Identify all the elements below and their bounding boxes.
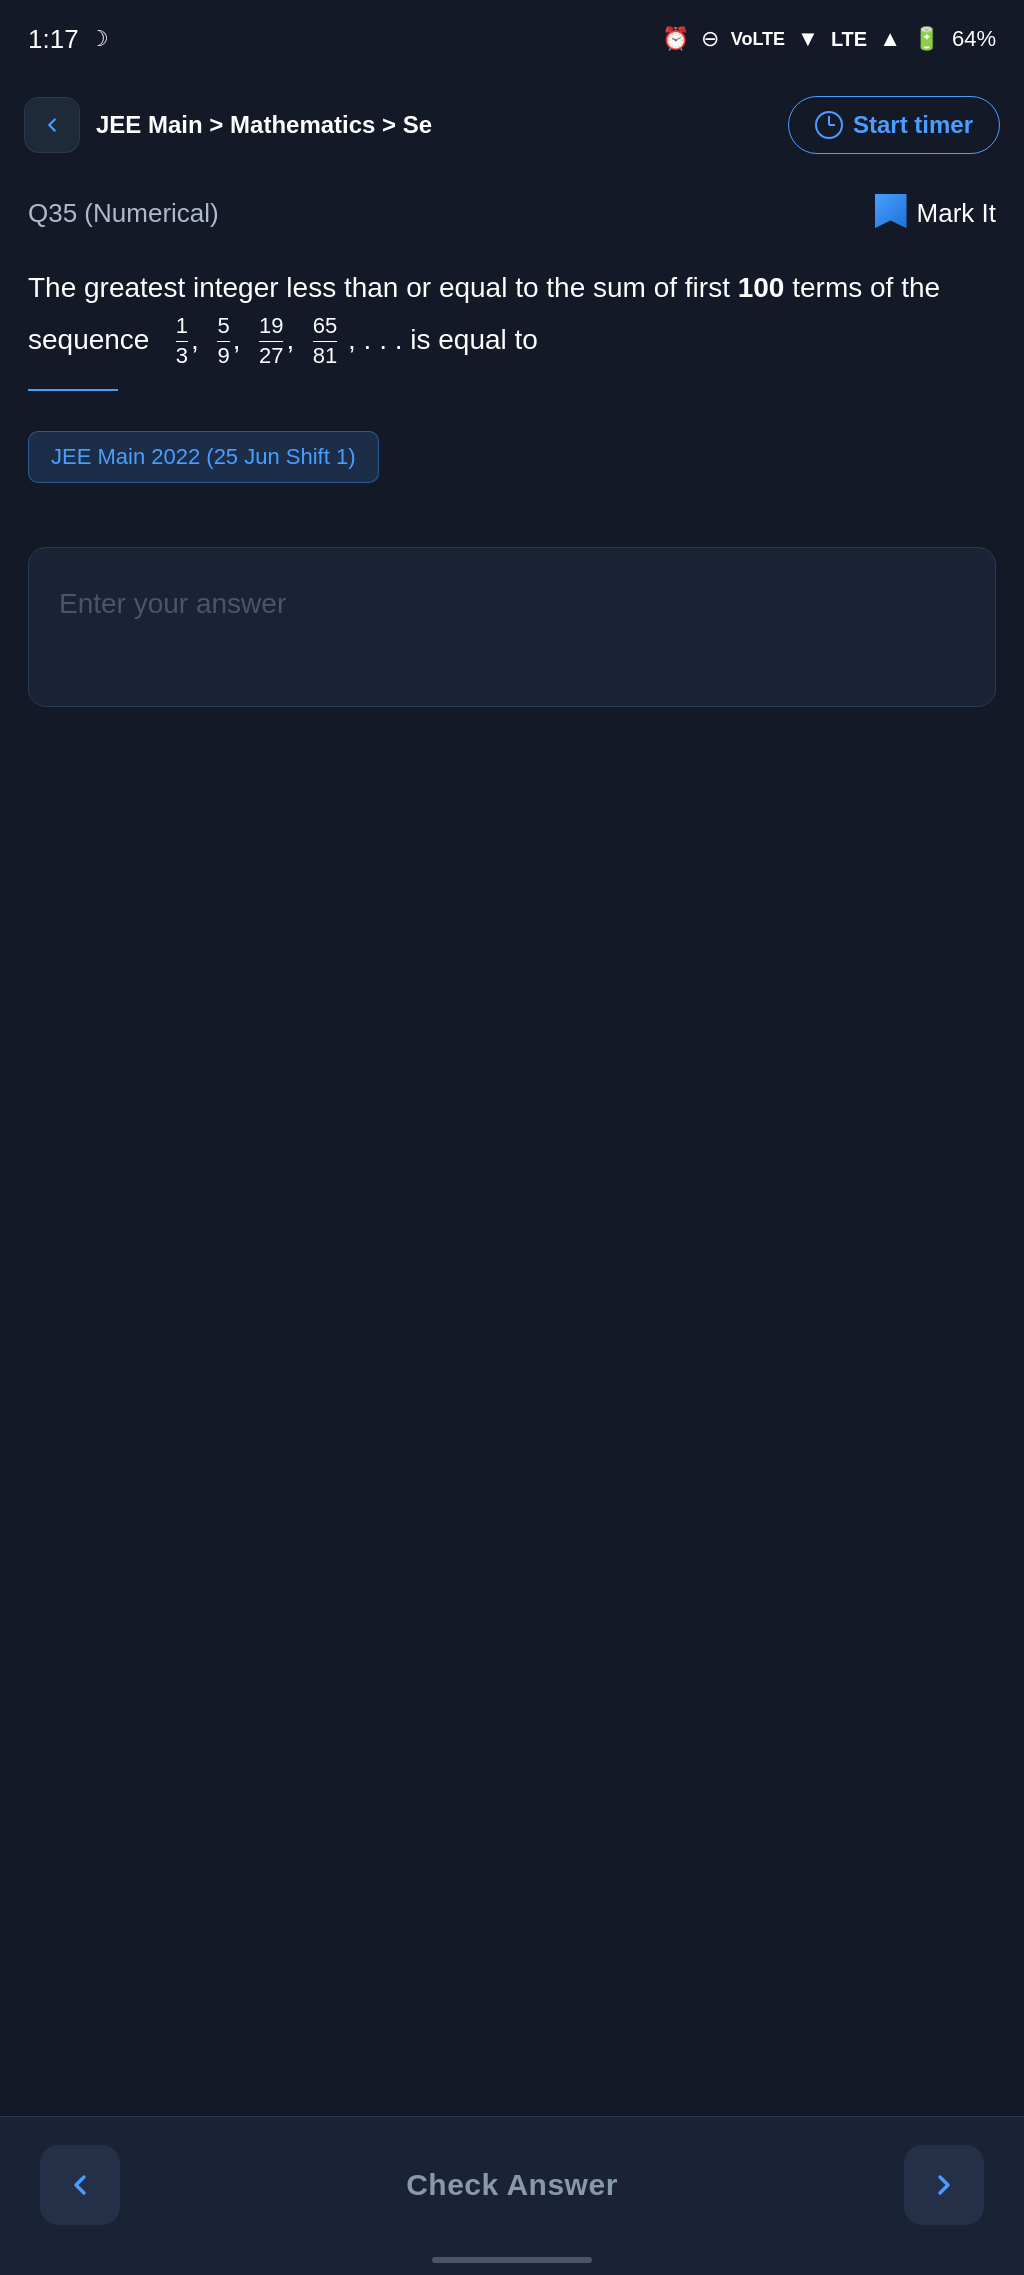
question-header: Q35 (Numerical) Mark It [0, 178, 1024, 248]
prev-button[interactable] [40, 2145, 120, 2225]
answer-input-placeholder: Enter your answer [59, 588, 286, 619]
battery-icon: 🔋 [913, 26, 940, 52]
answer-blank-line [28, 389, 118, 391]
fraction-2: 5 9 [217, 312, 229, 371]
moon-icon: ☽ [89, 26, 109, 52]
nav-header: JEE Main > Mathematics > Se Start timer [0, 80, 1024, 170]
chevron-left-nav-icon [64, 2169, 96, 2201]
breadcrumb: JEE Main > Mathematics > Se [96, 111, 432, 139]
donotdisturb-icon: ⊖ [701, 26, 719, 52]
answer-section: Enter your answer [0, 527, 1024, 727]
alarm-icon: ⏰ [662, 26, 689, 52]
check-answer-button[interactable]: Check Answer [406, 2168, 618, 2202]
question-text-before: The greatest integer less than or equal … [28, 272, 738, 303]
answer-input-container[interactable]: Enter your answer [28, 547, 996, 707]
mark-it-button[interactable]: Mark It [875, 194, 996, 232]
mark-it-label: Mark It [917, 198, 996, 229]
start-timer-button[interactable]: Start timer [788, 96, 1000, 154]
next-button[interactable] [904, 2145, 984, 2225]
bottom-nav: Check Answer [0, 2116, 1024, 2275]
status-time: 1:17 ☽ [28, 24, 109, 55]
fraction-4: 65 81 [313, 312, 337, 371]
home-indicator [432, 2257, 592, 2263]
bookmark-icon [875, 194, 907, 232]
chevron-left-icon [41, 114, 63, 136]
fraction-3: 19 27 [259, 312, 283, 371]
status-bar: 1:17 ☽ ⏰ ⊖ VoLTE ▼ LTE ▲ 🔋 64% [0, 0, 1024, 70]
timer-label: Start timer [853, 111, 973, 139]
sequence-suffix: , . . . is equal to [348, 324, 538, 355]
chevron-right-nav-icon [928, 2169, 960, 2201]
battery-percent: 64% [952, 26, 996, 52]
wifi-icon: ▼ [797, 26, 819, 52]
signal-icon: LTE [831, 28, 867, 51]
tag-container: JEE Main 2022 (25 Jun Shift 1) [0, 423, 1024, 507]
back-button[interactable] [24, 97, 80, 153]
question-content: The greatest integer less than or equal … [0, 248, 1024, 423]
question-number-highlight: 100 [738, 272, 785, 303]
exam-tag[interactable]: JEE Main 2022 (25 Jun Shift 1) [28, 431, 379, 483]
fraction-separator [157, 324, 165, 355]
timer-icon [815, 111, 843, 139]
question-number: Q35 (Numerical) [28, 198, 219, 229]
nav-left: JEE Main > Mathematics > Se [24, 97, 432, 153]
time-display: 1:17 [28, 24, 79, 55]
status-icons: ⏰ ⊖ VoLTE ▼ LTE ▲ 🔋 64% [662, 26, 996, 52]
volte-icon: VoLTE [731, 29, 785, 50]
signal-bars-icon: ▲ [879, 26, 901, 52]
fraction-1: 1 3 [176, 312, 188, 371]
question-text: The greatest integer less than or equal … [28, 264, 996, 371]
